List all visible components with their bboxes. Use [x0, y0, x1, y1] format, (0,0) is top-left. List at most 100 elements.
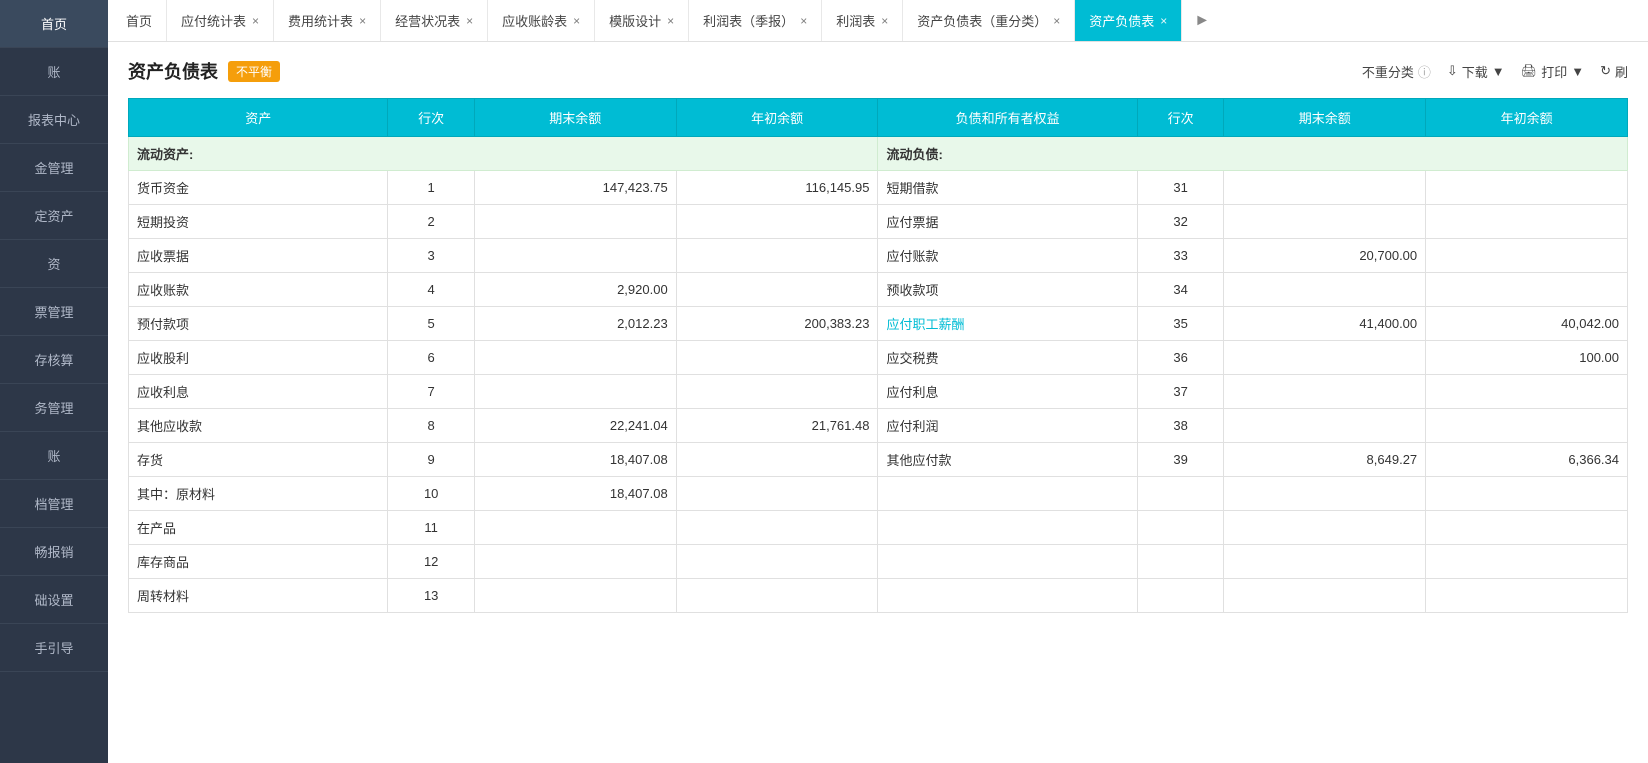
- sidebar-item-fixed-assets[interactable]: 定资产: [0, 192, 108, 240]
- tab-close-balance[interactable]: ×: [1160, 14, 1167, 28]
- period-end2-11: [1224, 545, 1426, 579]
- refresh-action[interactable]: ↻ 刷: [1600, 62, 1628, 81]
- tab-balance[interactable]: 资产负债表 ×: [1075, 0, 1182, 42]
- no-reclass-label: 不重分类: [1362, 62, 1414, 81]
- year-begin-9: [676, 477, 878, 511]
- download-icon: ⇩: [1447, 63, 1458, 79]
- tab-template[interactable]: 模版设计 ×: [595, 0, 689, 42]
- liability-label-11: [878, 545, 1137, 579]
- year-begin2-2: [1426, 239, 1628, 273]
- sidebar-item-inventory[interactable]: 存核算: [0, 336, 108, 384]
- table-row: 应收账款 4 2,920.00 预收款项 34: [129, 273, 1628, 307]
- liability-label-12: [878, 579, 1137, 613]
- row-num-7: 8: [388, 409, 474, 443]
- row-num-11: 12: [388, 545, 474, 579]
- period-end-1: [474, 205, 676, 239]
- sidebar-item-tax[interactable]: 务管理: [0, 384, 108, 432]
- period-end-11: [474, 545, 676, 579]
- table-row: 货币资金 1 147,423.75 116,145.95 短期借款 31: [129, 171, 1628, 205]
- row-num-12: 13: [388, 579, 474, 613]
- row-num2-5: 36: [1137, 341, 1223, 375]
- sidebar-item-bill-mgmt[interactable]: 票管理: [0, 288, 108, 336]
- asset-label-12: 周转材料: [129, 579, 388, 613]
- sidebar-item-settings[interactable]: 础设置: [0, 576, 108, 624]
- balance-table: 资产 行次 期末余额 年初余额 负债和所有者权益 行次 期末余额 年初余额 流动…: [128, 98, 1628, 613]
- row-num2-11: [1137, 545, 1223, 579]
- tab-close-ar-aging[interactable]: ×: [573, 14, 580, 28]
- tab-scroll-right[interactable]: ►: [1186, 12, 1218, 30]
- tab-balance-reclass[interactable]: 资产负债表（重分类） ×: [903, 0, 1075, 42]
- tab-close-operation[interactable]: ×: [466, 14, 473, 28]
- tab-payable-stats[interactable]: 应付统计表 ×: [167, 0, 274, 42]
- tab-operation[interactable]: 经营状况表 ×: [381, 0, 488, 42]
- no-reclass-action[interactable]: 不重分类 ⓘ: [1362, 62, 1431, 81]
- sidebar-item-guide[interactable]: 手引导: [0, 624, 108, 672]
- tab-close-profit-quarterly[interactable]: ×: [800, 14, 807, 28]
- liability-label-6: 应付利息: [878, 375, 1137, 409]
- sidebar-item-ledger[interactable]: 账: [0, 48, 108, 96]
- row-num2-3: 34: [1137, 273, 1223, 307]
- period-end2-6: [1224, 375, 1426, 409]
- period-end-10: [474, 511, 676, 545]
- liability-label-4: 应付职工薪酬: [878, 307, 1137, 341]
- tab-ar-aging[interactable]: 应收账龄表 ×: [488, 0, 595, 42]
- year-begin-6: [676, 375, 878, 409]
- row-num-4: 5: [388, 307, 474, 341]
- table-row: 预付款项 5 2,012.23 200,383.23 应付职工薪酬 35 41,…: [129, 307, 1628, 341]
- sidebar-item-report-center[interactable]: 报表中心: [0, 96, 108, 144]
- tab-home[interactable]: 首页: [112, 0, 167, 42]
- download-label: 下载: [1462, 62, 1488, 81]
- download-action[interactable]: ⇩ 下载 ▼: [1447, 62, 1505, 81]
- row-num2-1: 32: [1137, 205, 1223, 239]
- sidebar-item-home[interactable]: 首页: [0, 0, 108, 48]
- year-begin2-12: [1426, 579, 1628, 613]
- period-end2-2: 20,700.00: [1224, 239, 1426, 273]
- tab-profit[interactable]: 利润表 ×: [822, 0, 903, 42]
- row-num-2: 3: [388, 239, 474, 273]
- sidebar-item-cash[interactable]: 金管理: [0, 144, 108, 192]
- tab-close-balance-reclass[interactable]: ×: [1053, 14, 1060, 28]
- year-begin2-3: [1426, 273, 1628, 307]
- asset-label-8: 存货: [129, 443, 388, 477]
- sidebar-item-expense[interactable]: 畅报销: [0, 528, 108, 576]
- asset-label-5: 应收股利: [129, 341, 388, 375]
- tab-close-expense-stats[interactable]: ×: [359, 14, 366, 28]
- asset-label-9: 其中：原材料: [129, 477, 388, 511]
- table-row: 应收票据 3 应付账款 33 20,700.00: [129, 239, 1628, 273]
- tab-close-profit[interactable]: ×: [881, 14, 888, 28]
- sidebar-item-docs[interactable]: 档管理: [0, 480, 108, 528]
- sidebar-item-investment[interactable]: 资: [0, 240, 108, 288]
- print-action[interactable]: 🖨 打印 ▼: [1521, 62, 1584, 81]
- header-year-begin2: 年初余额: [1426, 99, 1628, 137]
- year-begin2-1: [1426, 205, 1628, 239]
- liability-label-3: 预收款项: [878, 273, 1137, 307]
- period-end2-10: [1224, 511, 1426, 545]
- year-begin-2: [676, 239, 878, 273]
- period-end-9: 18,407.08: [474, 477, 676, 511]
- tab-expense-stats[interactable]: 费用统计表 ×: [274, 0, 381, 42]
- year-begin-5: [676, 341, 878, 375]
- liability-label-1: 应付票据: [878, 205, 1137, 239]
- tab-profit-quarterly[interactable]: 利润表（季报） ×: [689, 0, 822, 42]
- tab-close-template[interactable]: ×: [667, 14, 674, 28]
- row-num-0: 1: [388, 171, 474, 205]
- sidebar-item-account[interactable]: 账: [0, 432, 108, 480]
- table-row: 在产品 11: [129, 511, 1628, 545]
- header-period-end: 期末余额: [474, 99, 676, 137]
- print-icon: 🖨: [1521, 63, 1538, 79]
- tab-close-payable-stats[interactable]: ×: [252, 14, 259, 28]
- row-num2-12: [1137, 579, 1223, 613]
- table-row: 应收股利 6 应交税费 36 100.00: [129, 341, 1628, 375]
- row-num-6: 7: [388, 375, 474, 409]
- row-num2-2: 33: [1137, 239, 1223, 273]
- row-num2-4: 35: [1137, 307, 1223, 341]
- year-begin-10: [676, 511, 878, 545]
- asset-label-10: 在产品: [129, 511, 388, 545]
- row-num2-0: 31: [1137, 171, 1223, 205]
- row-num2-10: [1137, 511, 1223, 545]
- period-end-3: 2,920.00: [474, 273, 676, 307]
- table-row: 短期投资 2 应付票据 32: [129, 205, 1628, 239]
- asset-label-0: 货币资金: [129, 171, 388, 205]
- period-end-2: [474, 239, 676, 273]
- row-num-3: 4: [388, 273, 474, 307]
